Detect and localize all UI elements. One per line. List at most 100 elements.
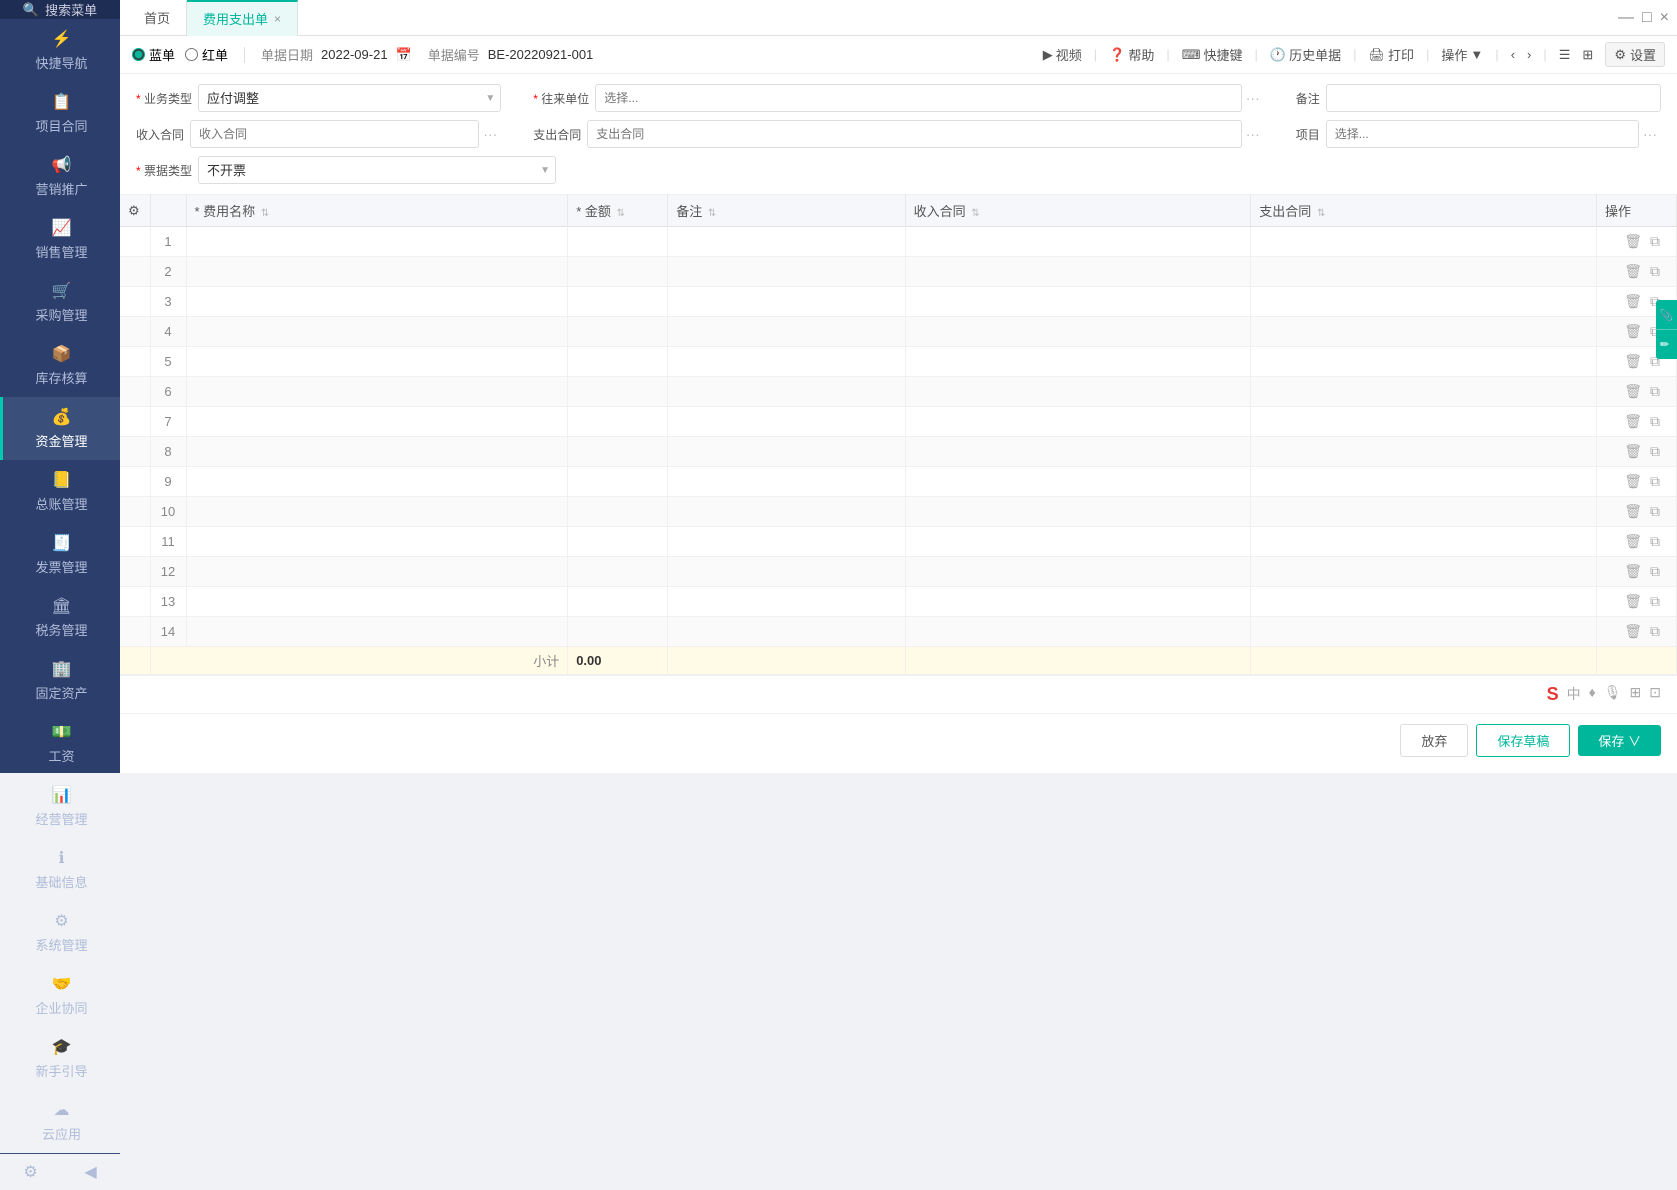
- td-income-contract[interactable]: [905, 407, 1251, 437]
- delete-row-btn[interactable]: 🗑: [1622, 351, 1644, 372]
- th-expense-contract[interactable]: 支出合同 ⇅: [1251, 195, 1597, 227]
- invoice-type-select[interactable]: 不开票: [198, 156, 556, 184]
- td-expense-name[interactable]: [186, 557, 568, 587]
- sidebar-item-operations[interactable]: 📊 经营管理: [0, 775, 120, 838]
- td-income-contract[interactable]: [905, 587, 1251, 617]
- table-icon[interactable]: ⊡: [1649, 684, 1661, 705]
- delete-row-btn[interactable]: 🗑: [1622, 531, 1644, 552]
- td-expense-contract[interactable]: [1251, 317, 1597, 347]
- copy-row-btn[interactable]: ⧉: [1648, 501, 1662, 522]
- save-button[interactable]: 保存 ∨: [1578, 725, 1661, 756]
- td-income-contract[interactable]: [905, 317, 1251, 347]
- window-min-btn[interactable]: —: [1618, 9, 1634, 27]
- td-income-contract[interactable]: [905, 437, 1251, 467]
- delete-row-btn[interactable]: 🗑: [1622, 471, 1644, 492]
- attachment-btn[interactable]: 📎: [1656, 300, 1677, 329]
- date-value[interactable]: 2022-09-21: [321, 47, 388, 62]
- sidebar-item-system[interactable]: ⚙ 系统管理: [0, 901, 120, 964]
- td-remark[interactable]: [668, 347, 905, 377]
- nav-prev-btn[interactable]: ‹: [1511, 47, 1515, 62]
- td-expense-contract[interactable]: [1251, 557, 1597, 587]
- window-max-btn[interactable]: □: [1642, 9, 1652, 27]
- td-income-contract[interactable]: [905, 287, 1251, 317]
- delete-row-btn[interactable]: 🗑: [1622, 381, 1644, 402]
- sidebar-search[interactable]: 🔍 搜索菜单: [0, 0, 120, 19]
- th-expense-name[interactable]: * 费用名称 ⇅: [186, 195, 568, 227]
- set-button[interactable]: ⚙ 设置: [1605, 42, 1665, 67]
- th-remark[interactable]: 备注 ⇅: [668, 195, 905, 227]
- delete-row-btn[interactable]: 🗑: [1622, 561, 1644, 582]
- sidebar-item-newbie[interactable]: 🎓 新手引导: [0, 1027, 120, 1090]
- action-btn[interactable]: 操作 ▼: [1441, 45, 1483, 64]
- delete-row-btn[interactable]: 🗑: [1622, 291, 1644, 312]
- copy-row-btn[interactable]: ⧉: [1648, 621, 1662, 642]
- td-amount[interactable]: [568, 317, 668, 347]
- sidebar-item-accounting[interactable]: 📒 总账管理: [0, 460, 120, 523]
- copy-row-btn[interactable]: ⧉: [1648, 231, 1662, 252]
- td-expense-contract[interactable]: [1251, 437, 1597, 467]
- copy-row-btn[interactable]: ⧉: [1648, 411, 1662, 432]
- td-expense-contract[interactable]: [1251, 377, 1597, 407]
- td-remark[interactable]: [668, 557, 905, 587]
- help-btn[interactable]: ❓ 帮助: [1109, 45, 1154, 64]
- td-amount[interactable]: [568, 587, 668, 617]
- td-expense-contract[interactable]: [1251, 347, 1597, 377]
- blue-bill-radio[interactable]: 蓝单: [132, 45, 175, 64]
- edit-attach-btn[interactable]: ✏: [1656, 329, 1677, 359]
- delete-row-btn[interactable]: 🗑: [1622, 261, 1644, 282]
- td-remark[interactable]: [668, 227, 905, 257]
- td-expense-contract[interactable]: [1251, 257, 1597, 287]
- td-expense-name[interactable]: [186, 587, 568, 617]
- td-amount[interactable]: [568, 407, 668, 437]
- income-contract-ellipsis[interactable]: ···: [479, 126, 501, 142]
- td-expense-name[interactable]: [186, 617, 568, 647]
- delete-row-btn[interactable]: 🗑: [1622, 231, 1644, 252]
- window-close-btn[interactable]: ×: [1660, 9, 1669, 27]
- sidebar-item-cloud[interactable]: ☁ 云应用: [0, 1090, 120, 1153]
- th-amount[interactable]: * 金额 ⇅: [568, 195, 668, 227]
- td-remark[interactable]: [668, 377, 905, 407]
- td-amount[interactable]: [568, 377, 668, 407]
- calendar-icon[interactable]: 📅: [396, 47, 412, 63]
- save-draft-button[interactable]: 保存草稿: [1476, 724, 1570, 757]
- td-income-contract[interactable]: [905, 347, 1251, 377]
- td-amount[interactable]: [568, 497, 668, 527]
- td-remark[interactable]: [668, 407, 905, 437]
- discard-button[interactable]: 放弃: [1400, 724, 1468, 757]
- expense-contract-input[interactable]: [587, 120, 1241, 148]
- copy-row-btn[interactable]: ⧉: [1648, 471, 1662, 492]
- td-expense-name[interactable]: [186, 227, 568, 257]
- view-grid-btn[interactable]: ⊞: [1582, 47, 1593, 63]
- td-expense-name[interactable]: [186, 317, 568, 347]
- print-btn[interactable]: 🖨 打印: [1368, 45, 1414, 64]
- mic-icon[interactable]: 🎙: [1604, 684, 1622, 705]
- td-remark[interactable]: [668, 287, 905, 317]
- copy-row-btn[interactable]: ⧉: [1648, 441, 1662, 462]
- th-income-contract[interactable]: 收入合同 ⇅: [905, 195, 1251, 227]
- copy-row-btn[interactable]: ⧉: [1648, 591, 1662, 612]
- diamond-icon[interactable]: ♦: [1589, 684, 1596, 705]
- td-expense-name[interactable]: [186, 407, 568, 437]
- td-expense-contract[interactable]: [1251, 617, 1597, 647]
- sidebar-item-capital[interactable]: 💰 资金管理: [0, 397, 120, 460]
- td-amount[interactable]: [568, 557, 668, 587]
- tab-expense[interactable]: 费用支出单 ×: [187, 0, 298, 36]
- sidebar-item-tax[interactable]: 🏛 税务管理: [0, 586, 120, 649]
- td-remark[interactable]: [668, 257, 905, 287]
- td-expense-name[interactable]: [186, 437, 568, 467]
- td-expense-name[interactable]: [186, 377, 568, 407]
- td-income-contract[interactable]: [905, 527, 1251, 557]
- sidebar-item-enterprise[interactable]: 🤝 企业协同: [0, 964, 120, 1027]
- sidebar-item-fixed-assets[interactable]: 🏢 固定资产: [0, 649, 120, 712]
- copy-row-btn[interactable]: ⧉: [1648, 561, 1662, 582]
- delete-row-btn[interactable]: 🗑: [1622, 441, 1644, 462]
- sound-icon[interactable]: ◀: [84, 1162, 96, 1182]
- td-remark[interactable]: [668, 467, 905, 497]
- td-expense-name[interactable]: [186, 497, 568, 527]
- delete-row-btn[interactable]: 🗑: [1622, 591, 1644, 612]
- sidebar-item-project-contract[interactable]: 📋 项目合同: [0, 82, 120, 145]
- td-expense-name[interactable]: [186, 257, 568, 287]
- copy-row-btn[interactable]: ⧉: [1648, 261, 1662, 282]
- sidebar-item-quick-nav[interactable]: ⚡ 快捷导航: [0, 19, 120, 82]
- td-remark[interactable]: [668, 437, 905, 467]
